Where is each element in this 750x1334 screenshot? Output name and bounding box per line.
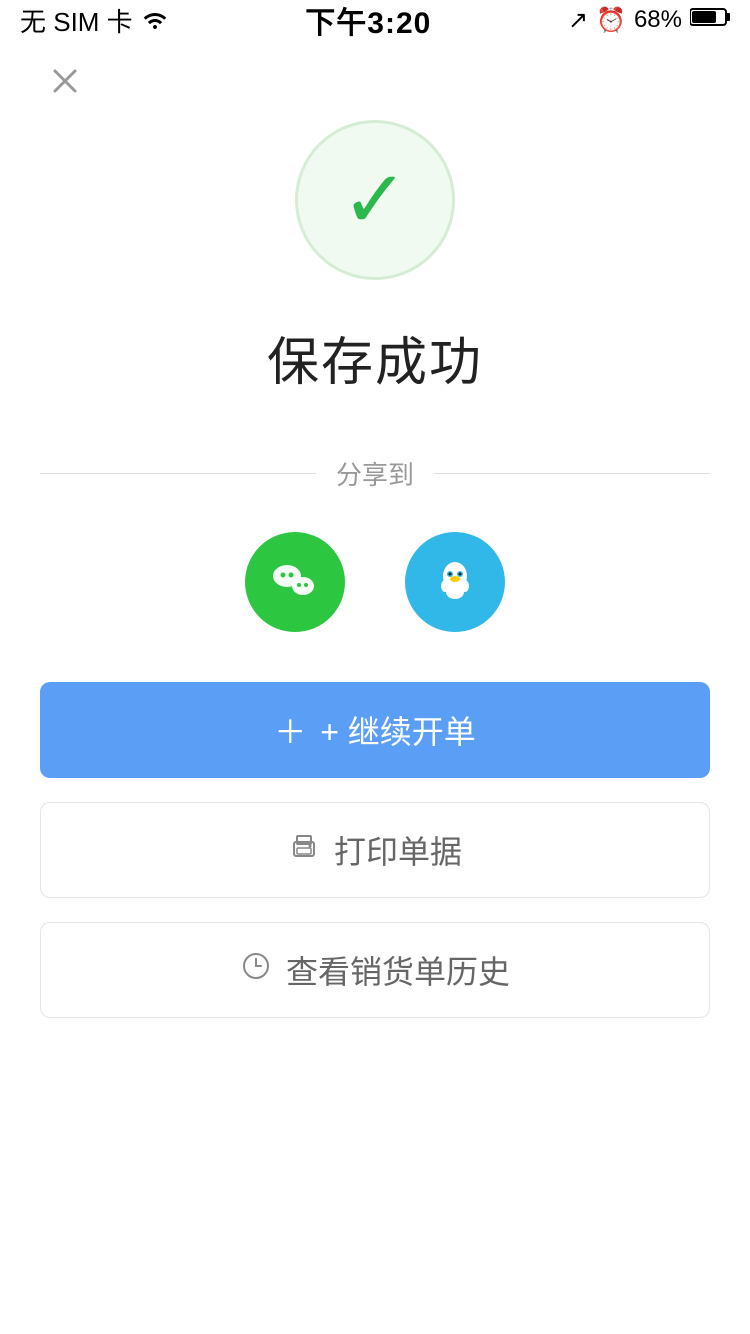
share-icons bbox=[40, 532, 710, 632]
close-button[interactable] bbox=[40, 56, 90, 106]
wechat-share-button[interactable] bbox=[245, 532, 345, 632]
print-button[interactable]: 打印单据 bbox=[40, 802, 710, 898]
qq-icon bbox=[427, 554, 483, 610]
print-icon bbox=[288, 830, 320, 870]
status-right: ↗ ⏰ 68% bbox=[568, 6, 730, 35]
print-label: 打印单据 bbox=[334, 827, 462, 873]
share-section: 分享到 bbox=[0, 455, 750, 632]
wechat-icon bbox=[267, 554, 323, 610]
main-content: ✓ 保存成功 分享到 bbox=[0, 40, 750, 1018]
share-label: 分享到 bbox=[316, 455, 434, 492]
battery-icon bbox=[690, 6, 730, 34]
success-circle: ✓ bbox=[295, 120, 455, 280]
plus-icon: ＋ bbox=[274, 707, 306, 753]
history-label: 查看销货单历史 bbox=[286, 947, 510, 993]
wifi-icon bbox=[141, 5, 169, 36]
alarm-icon: ⏰ bbox=[596, 6, 626, 35]
history-icon bbox=[240, 950, 272, 990]
history-button[interactable]: 查看销货单历史 bbox=[40, 922, 710, 1018]
qq-share-button[interactable] bbox=[405, 532, 505, 632]
checkmark-icon: ✓ bbox=[341, 160, 408, 240]
status-left: 无 SIM 卡 bbox=[20, 2, 169, 39]
continue-label: + 继续开单 bbox=[320, 707, 476, 753]
continue-button[interactable]: ＋ + 继续开单 bbox=[40, 682, 710, 778]
status-bar: 无 SIM 卡 下午3:20 ↗ ⏰ 68% bbox=[0, 0, 750, 40]
sim-status: 无 SIM 卡 bbox=[20, 2, 133, 39]
battery-percent: 68% bbox=[634, 6, 682, 34]
share-divider: 分享到 bbox=[40, 455, 710, 492]
location-icon: ↗ bbox=[568, 6, 588, 35]
status-time: 下午3:20 bbox=[305, 0, 431, 42]
action-buttons: ＋ + 继续开单 打印单据 查看销货单历史 bbox=[0, 682, 750, 1018]
success-title: 保存成功 bbox=[267, 320, 483, 395]
